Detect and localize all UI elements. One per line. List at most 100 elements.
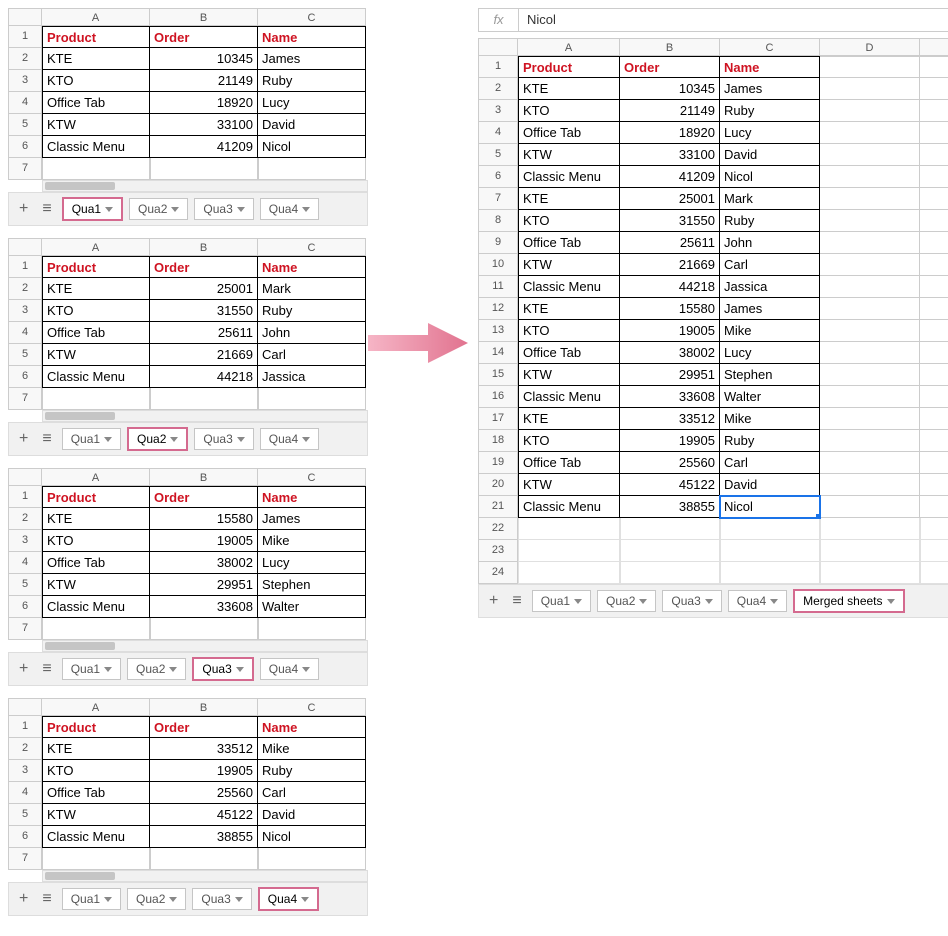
row-header[interactable]: 5 (8, 344, 42, 366)
row-header[interactable]: 6 (8, 596, 42, 618)
row-header[interactable]: 13 (478, 320, 518, 342)
row-header[interactable]: 5 (478, 144, 518, 166)
header-name[interactable]: Name (720, 56, 820, 78)
row-header[interactable]: 3 (478, 100, 518, 122)
header-order[interactable]: Order (150, 716, 258, 738)
cell-product[interactable]: KTW (518, 144, 620, 166)
row-header[interactable]: 6 (8, 826, 42, 848)
empty-cell[interactable] (820, 56, 920, 78)
cell-order[interactable]: 41209 (150, 136, 258, 158)
empty-cell[interactable] (820, 364, 920, 386)
row-header[interactable]: 3 (8, 300, 42, 322)
row-header[interactable]: 7 (8, 618, 42, 640)
header-order[interactable]: Order (620, 56, 720, 78)
row-header[interactable]: 9 (478, 232, 518, 254)
tab-q2[interactable]: Qua2 (127, 658, 186, 680)
cell-name[interactable]: James (258, 48, 366, 70)
cell-product[interactable]: Classic Menu (518, 276, 620, 298)
cell-order[interactable]: 41209 (620, 166, 720, 188)
empty-cell[interactable] (920, 232, 948, 254)
col-header-A[interactable]: A (518, 38, 620, 56)
row-header[interactable]: 14 (478, 342, 518, 364)
add-sheet-icon[interactable]: + (15, 200, 32, 218)
cell-product[interactable]: Office Tab (518, 342, 620, 364)
empty-cell[interactable] (920, 188, 948, 210)
cell-product[interactable]: KTE (42, 508, 150, 530)
col-header-C[interactable]: C (720, 38, 820, 56)
row-header[interactable]: 1 (8, 256, 42, 278)
empty-cell[interactable] (820, 254, 920, 276)
col-header-B[interactable]: B (150, 698, 258, 716)
header-order[interactable]: Order (150, 26, 258, 48)
tab-q3[interactable]: Qua3 (662, 590, 721, 612)
header-product[interactable]: Product (42, 716, 150, 738)
tab-q3[interactable]: Qua3 (192, 657, 253, 681)
header-order[interactable]: Order (150, 256, 258, 278)
cell-product[interactable]: KTO (42, 760, 150, 782)
row-header[interactable]: 1 (8, 26, 42, 48)
col-header-B[interactable]: B (620, 38, 720, 56)
cell-product[interactable]: KTE (518, 188, 620, 210)
cell-order[interactable]: 29951 (150, 574, 258, 596)
h-scrollbar[interactable] (42, 640, 368, 652)
cell-name[interactable]: Jassica (258, 366, 366, 388)
header-name[interactable]: Name (258, 256, 366, 278)
cell-name[interactable]: Lucy (258, 552, 366, 574)
col-header-C[interactable]: C (258, 8, 366, 26)
empty-cell[interactable] (820, 166, 920, 188)
empty-cell[interactable] (820, 430, 920, 452)
add-sheet-icon[interactable]: + (15, 890, 32, 908)
col-header-B[interactable]: B (150, 238, 258, 256)
cell-product[interactable]: KTE (518, 408, 620, 430)
sheet-list-icon[interactable]: ≡ (38, 200, 55, 218)
cell-name[interactable]: Mark (720, 188, 820, 210)
empty-cell[interactable] (518, 518, 620, 540)
col-header-B[interactable]: B (150, 8, 258, 26)
empty-cell[interactable] (820, 78, 920, 100)
row-header[interactable]: 3 (8, 70, 42, 92)
cell-order[interactable]: 44218 (150, 366, 258, 388)
empty-cell[interactable] (920, 144, 948, 166)
cell-order[interactable]: 25611 (150, 322, 258, 344)
cell-name[interactable]: Mike (720, 320, 820, 342)
header-product[interactable]: Product (42, 486, 150, 508)
cell-name[interactable]: Lucy (720, 342, 820, 364)
cell-product[interactable]: KTO (518, 100, 620, 122)
cell-name[interactable]: Carl (720, 452, 820, 474)
header-product[interactable]: Product (42, 26, 150, 48)
empty-cell[interactable] (820, 540, 920, 562)
row-header[interactable]: 23 (478, 540, 518, 562)
row-header[interactable]: 4 (8, 782, 42, 804)
empty-cell[interactable] (920, 166, 948, 188)
empty-cell[interactable] (720, 518, 820, 540)
cell-order[interactable]: 38002 (620, 342, 720, 364)
tab-q2[interactable]: Qua2 (127, 427, 188, 451)
cell-name[interactable]: Ruby (258, 300, 366, 322)
h-scrollbar[interactable] (42, 180, 368, 192)
cell-name[interactable]: David (720, 474, 820, 496)
row-header[interactable]: 3 (8, 760, 42, 782)
header-name[interactable]: Name (258, 716, 366, 738)
cell-order[interactable]: 25001 (150, 278, 258, 300)
row-header[interactable]: 5 (8, 574, 42, 596)
sheet-list-icon[interactable]: ≡ (38, 890, 55, 908)
tab-q2[interactable]: Qua2 (129, 198, 188, 220)
sheet-list-icon[interactable]: ≡ (508, 592, 525, 610)
empty-cell[interactable] (518, 540, 620, 562)
cell-product[interactable]: Classic Menu (518, 496, 620, 518)
cell-product[interactable]: KTW (518, 364, 620, 386)
empty-cell[interactable] (620, 540, 720, 562)
cell-name[interactable]: Carl (720, 254, 820, 276)
empty-cell[interactable] (820, 298, 920, 320)
cell-name[interactable]: James (258, 508, 366, 530)
row-header[interactable]: 7 (8, 388, 42, 410)
cell-name[interactable]: John (258, 322, 366, 344)
cell-order[interactable]: 33100 (620, 144, 720, 166)
tab-merged[interactable]: Merged sheets (793, 589, 904, 613)
empty-cell[interactable] (518, 562, 620, 584)
header-product[interactable]: Product (518, 56, 620, 78)
empty-cell[interactable] (920, 342, 948, 364)
row-header[interactable]: 17 (478, 408, 518, 430)
sheet-list-icon[interactable]: ≡ (38, 660, 55, 678)
cell-order[interactable]: 10345 (620, 78, 720, 100)
